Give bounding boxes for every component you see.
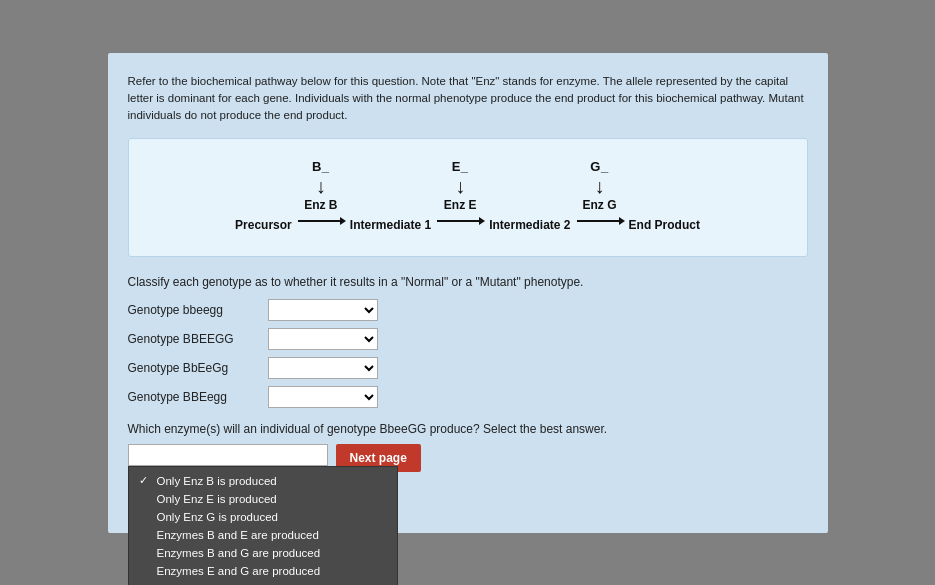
svg-marker-1: [340, 217, 346, 225]
down-arrow-g: ↓: [595, 176, 605, 196]
dropdown-item-1[interactable]: ✓ Only Enz B is produced: [129, 471, 397, 490]
genotype-label-4: Genotype BBEegg: [128, 390, 258, 404]
down-arrow-e: ↓: [455, 176, 465, 196]
genotype-select-1[interactable]: Normal Mutant: [268, 299, 378, 321]
classify-section: Classify each genotype as to whether it …: [128, 275, 808, 408]
dropdown-item-2[interactable]: Only Enz E is produced: [129, 490, 397, 508]
dropdown-item-4[interactable]: Enzymes B and E are produced: [129, 526, 397, 544]
enzyme-input-g: G_: [590, 159, 608, 174]
bottom-row: ✓ Only Enz B is produced Only Enz E is p…: [128, 444, 808, 472]
checkmark-1: ✓: [139, 474, 151, 487]
enzyme-answer-input[interactable]: [128, 444, 328, 466]
down-arrow-b: ↓: [316, 176, 326, 196]
genotype-select-3[interactable]: Normal Mutant: [268, 357, 378, 379]
right-arrow-1: [296, 212, 346, 230]
dropdown-item-3[interactable]: Only Enz G is produced: [129, 508, 397, 526]
genotype-label-3: Genotype BbEeGg: [128, 361, 258, 375]
enzyme-label-g: Enz G: [583, 198, 617, 212]
enzyme-answer-wrapper: ✓ Only Enz B is produced Only Enz E is p…: [128, 444, 328, 466]
genotype-label-2: Genotype BBEEGG: [128, 332, 258, 346]
classify-title: Classify each genotype as to whether it …: [128, 275, 808, 289]
enzyme-label-e: Enz E: [444, 198, 477, 212]
node-intermediate1: Intermediate 1: [350, 218, 431, 232]
enzyme-answer-row: [128, 444, 328, 466]
genotype-row-4: Genotype BBEegg Normal Mutant: [128, 386, 808, 408]
dropdown-item-7[interactable]: Enzymes B, E, and G are produced: [129, 580, 397, 585]
genotype-select-4[interactable]: Normal Mutant: [268, 386, 378, 408]
enzyme-dropdown-menu: ✓ Only Enz B is produced Only Enz E is p…: [128, 466, 398, 585]
enzyme-input-b: B_: [312, 159, 330, 174]
dropdown-item-5[interactable]: Enzymes B and G are produced: [129, 544, 397, 562]
node-end-product: End Product: [629, 218, 700, 232]
node-intermediate2: Intermediate 2: [489, 218, 570, 232]
main-container: Refer to the biochemical pathway below f…: [108, 53, 828, 533]
svg-marker-3: [479, 217, 485, 225]
enzyme-input-e: E_: [452, 159, 469, 174]
genotype-row-2: Genotype BBEEGG Normal Mutant: [128, 328, 808, 350]
pathway-box: Precursor B_ ↓ Enz B Intermediate 1: [128, 138, 808, 257]
enzyme-question-text: Which enzyme(s) will an individual of ge…: [128, 422, 808, 436]
genotype-select-2[interactable]: Normal Mutant: [268, 328, 378, 350]
node-precursor: Precursor: [235, 218, 292, 232]
genotype-row-3: Genotype BbEeGg Normal Mutant: [128, 357, 808, 379]
dropdown-item-6[interactable]: Enzymes E and G are produced: [129, 562, 397, 580]
enzyme-label-b: Enz B: [304, 198, 337, 212]
genotype-label-1: Genotype bbeegg: [128, 303, 258, 317]
svg-marker-5: [619, 217, 625, 225]
genotype-row-1: Genotype bbeegg Normal Mutant: [128, 299, 808, 321]
intro-text: Refer to the biochemical pathway below f…: [128, 73, 808, 125]
right-arrow-2: [435, 212, 485, 230]
right-arrow-3: [575, 212, 625, 230]
